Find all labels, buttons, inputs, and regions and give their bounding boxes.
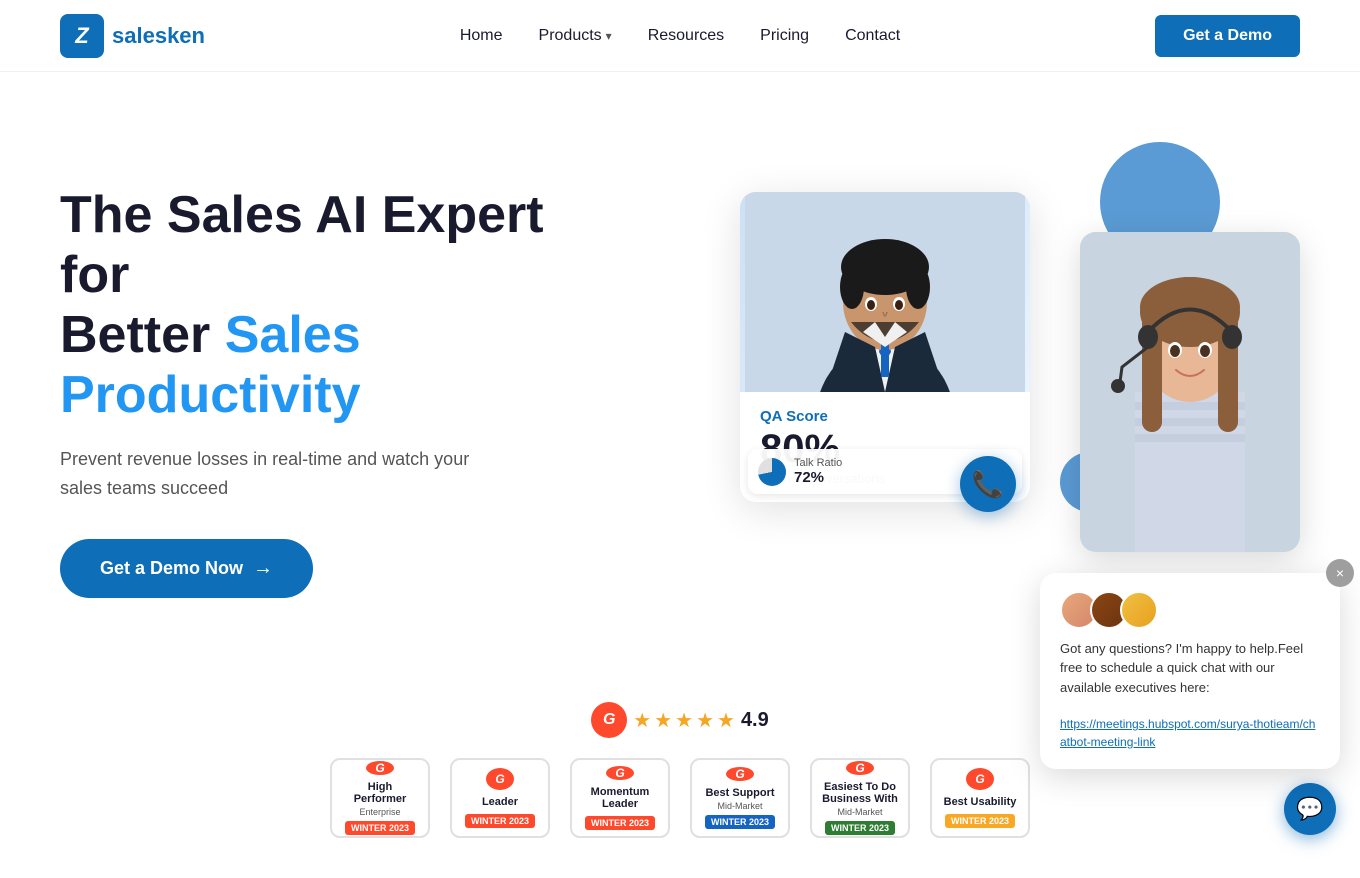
logo-text-ken: ken xyxy=(167,23,205,48)
hero-title-line2: Better xyxy=(60,306,225,364)
badge-title: Easiest To Do Business With xyxy=(820,781,900,805)
badge-year: WINTER 2023 xyxy=(345,821,415,835)
chat-icon: 💬 xyxy=(1296,796,1323,822)
hero-title-line1: The Sales AI Expert for xyxy=(60,186,544,304)
star-4: ★ xyxy=(696,708,714,733)
badge-g2-icon: G xyxy=(726,767,754,781)
star-rating: ★ ★ ★ ★ ★ xyxy=(633,708,735,733)
nav-cta-button[interactable]: Get a Demo xyxy=(1155,15,1300,57)
hero-woman-card xyxy=(1080,232,1300,552)
nav-home[interactable]: Home xyxy=(460,27,503,45)
badge-g2-icon: G xyxy=(486,768,514,790)
badge-title: High Performer xyxy=(340,781,420,805)
logo-text: salesken xyxy=(112,23,205,49)
woman-illustration xyxy=(1080,232,1300,552)
badge-g2-icon: G xyxy=(846,761,874,775)
badge-year: WINTER 2023 xyxy=(705,815,775,829)
badge-year: WINTER 2023 xyxy=(465,814,535,828)
badges-container: G High Performer Enterprise WINTER 2023 … xyxy=(60,758,1300,838)
navbar: salesken Home Products ▾ Resources Prici… xyxy=(0,0,1360,72)
talk-ratio-value: 72% xyxy=(794,469,842,486)
badge-title: Best Usability xyxy=(944,796,1017,808)
badge-title: Best Support xyxy=(705,787,774,799)
badge-year: WINTER 2023 xyxy=(825,821,895,835)
hero-left: The Sales AI Expert for Better Sales Pro… xyxy=(60,186,620,598)
star-3: ★ xyxy=(675,708,693,733)
rating-number: 4.9 xyxy=(741,709,769,732)
badge-momentum-leader: G Momentum Leader WINTER 2023 xyxy=(570,758,670,838)
chevron-down-icon: ▾ xyxy=(606,29,612,43)
logo-icon xyxy=(60,14,104,58)
man-illustration xyxy=(745,192,1025,392)
hero-title: The Sales AI Expert for Better Sales Pro… xyxy=(60,186,620,425)
chat-button[interactable]: 💬 xyxy=(1284,783,1336,835)
badge-high-performer: G High Performer Enterprise WINTER 2023 xyxy=(330,758,430,838)
hero-subtitle: Prevent revenue losses in real-time and … xyxy=(60,445,500,503)
badge-year: WINTER 2023 xyxy=(945,814,1015,828)
chat-avatars xyxy=(1060,591,1320,629)
talk-ratio-label: Talk Ratio xyxy=(794,457,842,469)
avatar-3 xyxy=(1120,591,1158,629)
chat-close-button[interactable]: × xyxy=(1326,559,1354,587)
nav-products-label[interactable]: Products xyxy=(539,27,602,45)
nav-links: Home Products ▾ Resources Pricing Contac… xyxy=(460,27,900,45)
badge-g2-icon: G xyxy=(366,761,394,775)
badge-title: Momentum Leader xyxy=(580,786,660,810)
nav-contact[interactable]: Contact xyxy=(845,27,900,45)
badge-sub: Mid-Market xyxy=(717,801,762,811)
chat-link[interactable]: https://meetings.hubspot.com/surya-thoti… xyxy=(1060,717,1315,749)
star-1: ★ xyxy=(633,708,651,733)
logo[interactable]: salesken xyxy=(60,14,205,58)
hero-cta-label: Get a Demo Now xyxy=(100,558,243,579)
badge-best-support: G Best Support Mid-Market WINTER 2023 xyxy=(690,758,790,838)
badge-sub: Mid-Market xyxy=(837,807,882,817)
phone-icon: 📞 xyxy=(960,456,1016,512)
hero-cta-button[interactable]: Get a Demo Now → xyxy=(60,539,313,598)
chat-message: Got any questions? I'm happy to help.Fee… xyxy=(1060,639,1320,698)
star-2: ★ xyxy=(654,708,672,733)
arrow-icon: → xyxy=(253,557,273,580)
badge-g2-icon: G xyxy=(606,766,634,780)
nav-pricing[interactable]: Pricing xyxy=(760,27,809,45)
hero-woman-image xyxy=(1080,232,1300,552)
chat-bubble-popup: × Got any questions? I'm happy to help.F… xyxy=(1040,573,1340,770)
badge-sub: Enterprise xyxy=(359,807,400,817)
logo-text-sales: sales xyxy=(112,23,167,48)
pie-chart-icon xyxy=(758,458,786,486)
hero-card-image xyxy=(740,192,1030,392)
star-half: ★ xyxy=(717,708,735,733)
qa-score-label: QA Score xyxy=(760,408,1010,425)
badge-leader: G Leader WINTER 2023 xyxy=(450,758,550,838)
badge-year: WINTER 2023 xyxy=(585,816,655,830)
g2-logo-icon: G xyxy=(591,702,627,738)
nav-products[interactable]: Products ▾ xyxy=(539,27,612,45)
badge-title: Leader xyxy=(482,796,518,808)
badge-easiest: G Easiest To Do Business With Mid-Market… xyxy=(810,758,910,838)
badge-best-usability: G Best Usability WINTER 2023 xyxy=(930,758,1030,838)
badge-g2-icon: G xyxy=(966,768,994,790)
nav-resources[interactable]: Resources xyxy=(648,27,724,45)
